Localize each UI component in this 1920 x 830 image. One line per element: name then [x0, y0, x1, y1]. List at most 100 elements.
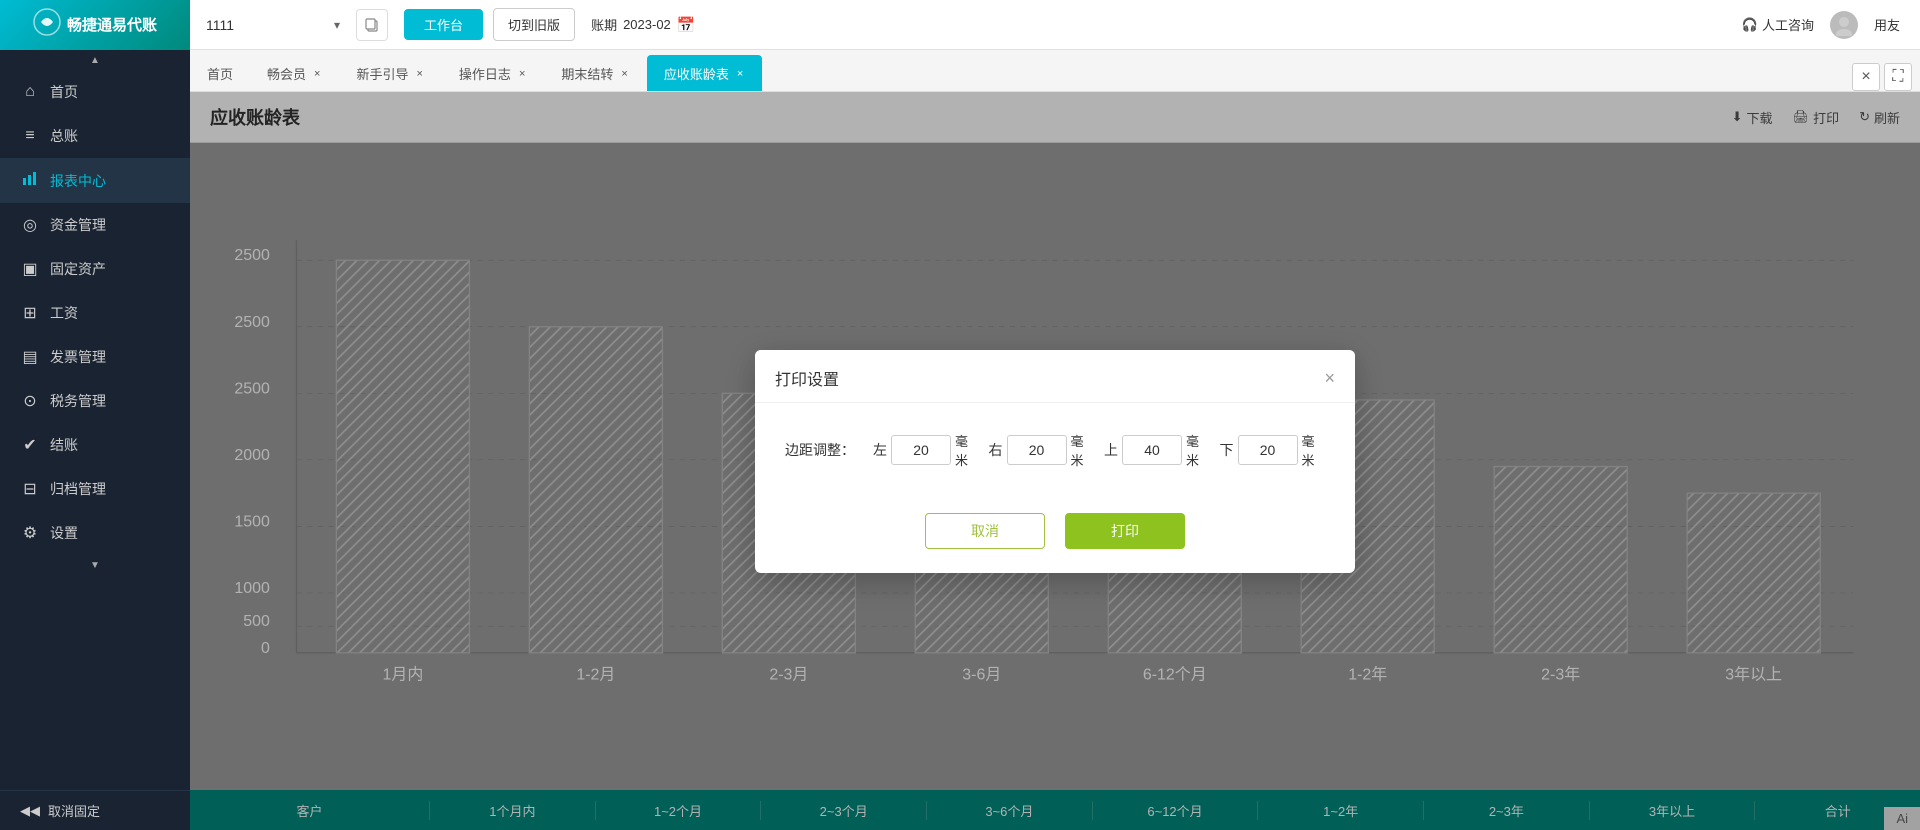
right-label: 右	[989, 440, 1003, 460]
tab-aging[interactable]: 应收账龄表 ×	[647, 55, 762, 91]
tab-guide-close[interactable]: ×	[414, 68, 424, 80]
top-label: 上	[1104, 440, 1118, 460]
sidebar-label-reports: 报表中心	[50, 171, 106, 191]
headset-icon: 🎧	[1742, 17, 1758, 33]
sidebar-unpin-button[interactable]: ◀◀ 取消固定	[0, 790, 190, 830]
left-margin-group: 左 毫米	[873, 431, 979, 469]
sidebar-item-reports[interactable]: 报表中心	[0, 158, 190, 203]
workbench-button[interactable]: 工作台	[404, 9, 483, 40]
tab-member-label: 畅会员	[267, 64, 306, 83]
tab-member[interactable]: 畅会员 ×	[250, 55, 339, 91]
tab-period-close[interactable]: ×	[619, 68, 629, 80]
invoice-icon: ▤	[20, 347, 40, 367]
calendar-icon[interactable]: 📅	[677, 16, 696, 34]
user-name[interactable]: 用友	[1874, 15, 1900, 34]
sidebar-item-ledger[interactable]: ≡ 总账	[0, 114, 190, 158]
tab-member-close[interactable]: ×	[312, 68, 322, 80]
tab-log-close[interactable]: ×	[517, 68, 527, 80]
unpin-label: 取消固定	[48, 801, 100, 820]
logo: 畅捷通易代账	[0, 0, 190, 50]
switch-version-button[interactable]: 切到旧版	[493, 8, 575, 41]
home-icon: ⌂	[20, 83, 40, 101]
tax-icon: ⊙	[20, 391, 40, 411]
logo-text: 畅捷通易代账	[67, 14, 157, 35]
sidebar-item-invoice[interactable]: ▤ 发票管理	[0, 335, 190, 379]
sidebar-item-salary[interactable]: ⊞ 工资	[0, 291, 190, 335]
right-unit: 毫米	[1071, 431, 1095, 469]
left-label: 左	[873, 440, 887, 460]
page-content: 应收账龄表 ⬇ 下载 🖨 打印 ↻ 刷新	[190, 92, 1920, 830]
period-info: 账期 2023-02 📅	[591, 15, 695, 34]
service-label: 人工咨询	[1762, 15, 1814, 34]
tab-period-label: 期末结转	[561, 64, 613, 83]
sidebar: ▲ ⌂ 首页 ≡ 总账 报表中心 ◎ 资金管理 ▣ 固定资产	[0, 50, 190, 830]
closing-icon: ✔	[20, 435, 40, 455]
header-right: 🎧 人工咨询 用友	[1742, 11, 1900, 39]
user-avatar	[1830, 11, 1858, 39]
tab-log-label: 操作日志	[459, 64, 511, 83]
sidebar-scroll-up[interactable]: ▲	[0, 50, 190, 70]
margin-label: 边距调整：	[785, 440, 855, 460]
margin-row: 边距调整： 左 毫米 右 毫米	[785, 431, 1325, 469]
ledger-icon: ≡	[20, 127, 40, 145]
tabs-bar: 首页 畅会员 × 新手引导 × 操作日志 × 期末结转 × 应收账龄表 ×	[190, 50, 1920, 92]
left-margin-input[interactable]	[891, 435, 951, 465]
unpin-icon: ◀◀	[20, 803, 40, 819]
right-margin-input[interactable]	[1007, 435, 1067, 465]
settings-icon: ⚙	[20, 523, 40, 543]
sidebar-label-home: 首页	[50, 82, 78, 102]
period-label: 账期	[591, 15, 617, 34]
bottom-label: 下	[1220, 440, 1234, 460]
sidebar-item-home[interactable]: ⌂ 首页	[0, 70, 190, 114]
sidebar-label-salary: 工资	[50, 303, 78, 323]
tab-guide[interactable]: 新手引导 ×	[339, 55, 441, 91]
period-value: 2023-02	[623, 17, 671, 32]
sidebar-label-funds: 资金管理	[50, 215, 106, 235]
sidebar-item-settings[interactable]: ⚙ 设置	[0, 511, 190, 555]
main-layout: ▲ ⌂ 首页 ≡ 总账 报表中心 ◎ 资金管理 ▣ 固定资产	[0, 50, 1920, 830]
top-unit: 毫米	[1186, 431, 1210, 469]
modal-body: 边距调整： 左 毫米 右 毫米	[755, 403, 1355, 497]
sidebar-label-settings: 设置	[50, 523, 78, 543]
sidebar-label-invoice: 发票管理	[50, 347, 106, 367]
tab-controls: × ⛶	[1844, 63, 1920, 91]
cancel-button[interactable]: 取消	[925, 513, 1045, 549]
logo-icon	[33, 8, 61, 42]
tab-aging-label: 应收账龄表	[664, 64, 729, 83]
tab-expand-button[interactable]: ⛶	[1884, 63, 1912, 91]
modal-header: 打印设置 ×	[755, 350, 1355, 403]
sidebar-item-archive[interactable]: ⊟ 归档管理	[0, 467, 190, 511]
sidebar-item-tax[interactable]: ⊙ 税务管理	[0, 379, 190, 423]
bottom-margin-group: 下 毫米	[1220, 431, 1326, 469]
company-selector: 1111 ▾	[206, 9, 388, 41]
tab-aging-close[interactable]: ×	[735, 68, 745, 80]
left-unit: 毫米	[955, 431, 979, 469]
top-header: 畅捷通易代账 1111 ▾ 工作台 切到旧版 账期 2023-02 📅 🎧 人工…	[0, 0, 1920, 50]
salary-icon: ⊞	[20, 303, 40, 323]
content-area: 首页 畅会员 × 新手引导 × 操作日志 × 期末结转 × 应收账龄表 ×	[190, 50, 1920, 830]
tab-close-button[interactable]: ×	[1852, 63, 1880, 91]
tab-log[interactable]: 操作日志 ×	[442, 55, 544, 91]
top-margin-group: 上 毫米	[1104, 431, 1210, 469]
bottom-margin-input[interactable]	[1238, 435, 1298, 465]
sidebar-label-tax: 税务管理	[50, 391, 106, 411]
confirm-print-button[interactable]: 打印	[1065, 513, 1185, 549]
sidebar-item-assets[interactable]: ▣ 固定资产	[0, 247, 190, 291]
top-margin-input[interactable]	[1122, 435, 1182, 465]
modal-close-button[interactable]: ×	[1324, 369, 1335, 387]
copy-button[interactable]	[356, 9, 388, 41]
right-margin-group: 右 毫米	[989, 431, 1095, 469]
sidebar-item-closing[interactable]: ✔ 结账	[0, 423, 190, 467]
print-settings-modal: 打印设置 × 边距调整： 左 毫米	[755, 350, 1355, 573]
sidebar-scroll-down[interactable]: ▼	[0, 555, 190, 575]
tab-home[interactable]: 首页	[190, 55, 250, 91]
modal-overlay: 打印设置 × 边距调整： 左 毫米	[190, 92, 1920, 830]
modal-title: 打印设置	[775, 366, 839, 390]
company-dropdown-icon[interactable]: ▾	[334, 18, 340, 32]
service-button[interactable]: 🎧 人工咨询	[1742, 15, 1814, 34]
sidebar-label-closing: 结账	[50, 435, 78, 455]
bottom-unit: 毫米	[1302, 431, 1326, 469]
tab-period[interactable]: 期末结转 ×	[544, 55, 646, 91]
archive-icon: ⊟	[20, 479, 40, 499]
sidebar-item-funds[interactable]: ◎ 资金管理	[0, 203, 190, 247]
